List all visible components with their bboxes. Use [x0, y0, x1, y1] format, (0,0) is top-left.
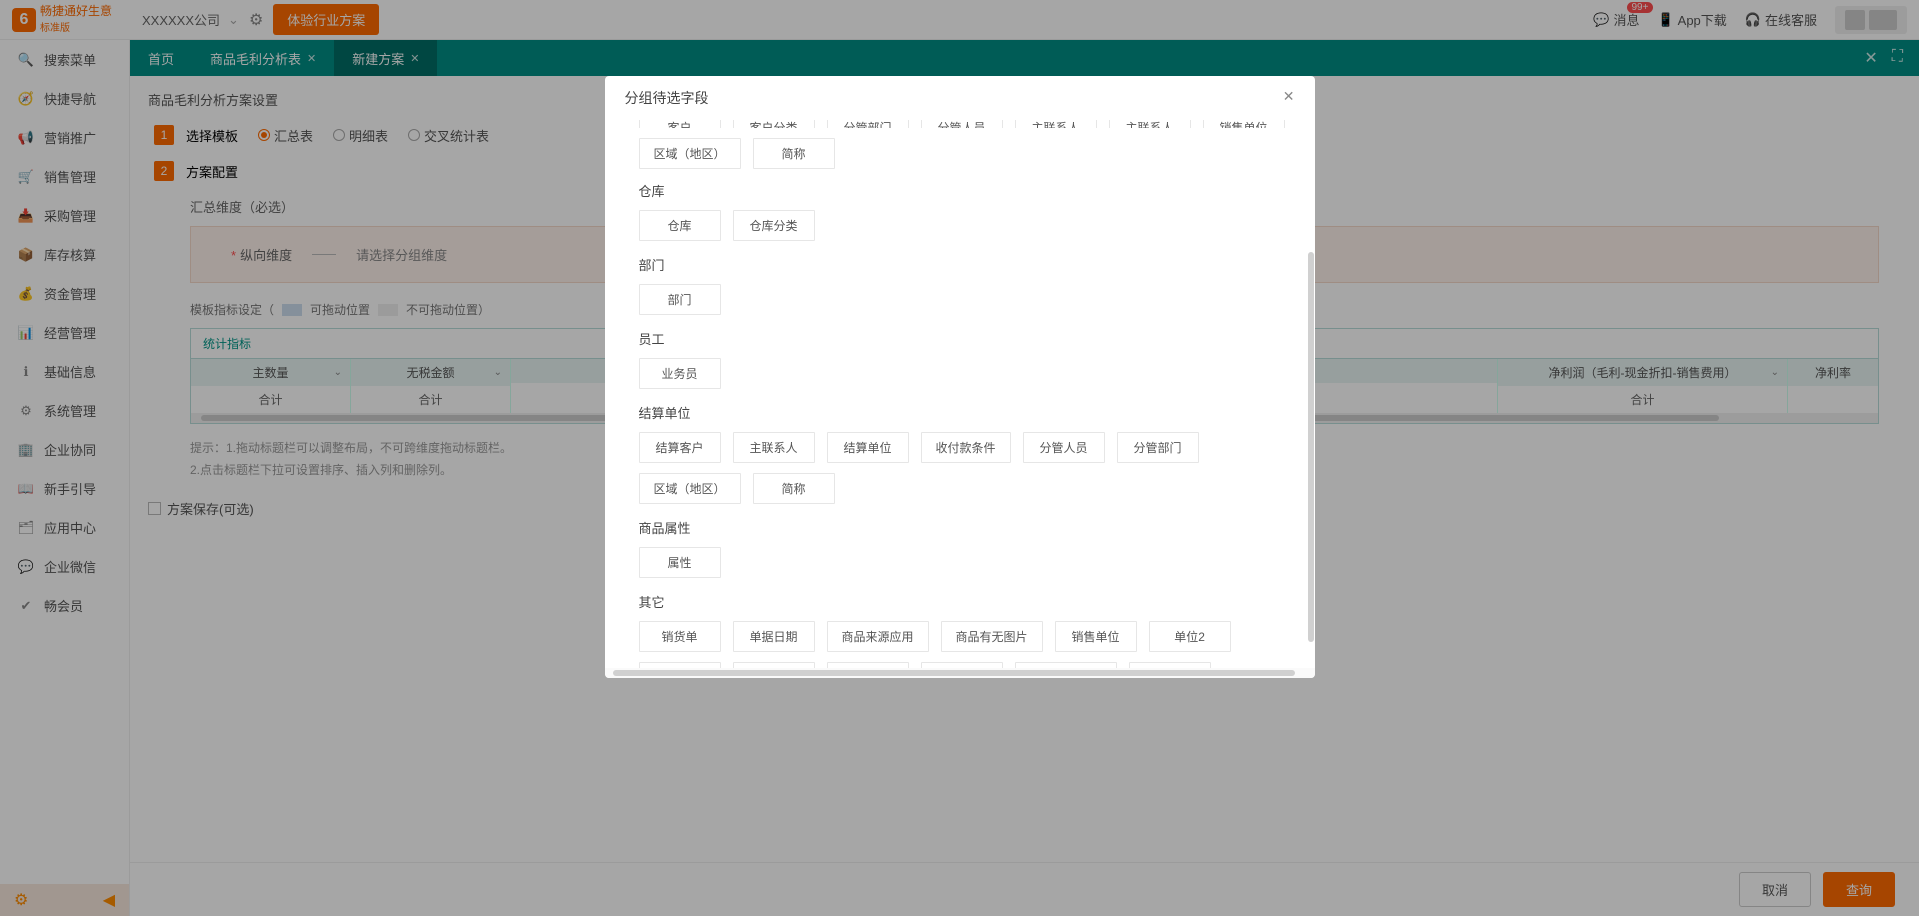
field-chip[interactable]: 分管人员 — [921, 120, 1003, 128]
field-chip[interactable]: 分管部门 — [827, 120, 909, 128]
field-chip[interactable]: 结算客户 — [639, 432, 721, 463]
modal-header: 分组待选字段 ✕ — [605, 76, 1315, 120]
field-chip[interactable]: 区域（地区） — [639, 473, 741, 504]
group-title: 商品属性 — [639, 518, 1295, 537]
field-group: 仓库仓库仓库分类 — [639, 181, 1295, 241]
group-title: 结算单位 — [639, 403, 1295, 422]
scrollbar-thumb[interactable] — [613, 670, 1295, 676]
field-chip[interactable]: 区域（地区） — [639, 138, 741, 169]
field-chip[interactable]: 部门 — [639, 284, 721, 315]
chip-row: 业务员 — [639, 358, 1295, 389]
field-chip[interactable]: 主联系人 — [733, 432, 815, 463]
field-chip[interactable]: 业务员 — [639, 358, 721, 389]
field-chip[interactable]: 客户 — [639, 120, 721, 128]
group-title: 部门 — [639, 255, 1295, 274]
field-group: 其它销货单单据日期商品来源应用商品有无图片销售单位单位2主计量制单人审核人出库人… — [639, 592, 1295, 668]
modal-body: 客户客户分类分管部门分管人员主联系人主联系人销售单位 区域（地区）简称 仓库仓库… — [605, 120, 1315, 668]
field-chip[interactable]: 分管部门 — [1117, 432, 1199, 463]
field-chip[interactable]: 收付款条件 — [921, 432, 1011, 463]
field-chip[interactable]: 客户分类 — [733, 120, 815, 128]
field-chip[interactable]: 结算单位 — [827, 432, 909, 463]
chip-row: 部门 — [639, 284, 1295, 315]
group-title: 仓库 — [639, 181, 1295, 200]
chip-row: 销货单单据日期商品来源应用商品有无图片销售单位单位2主计量制单人审核人出库人预计… — [639, 621, 1295, 668]
field-group: 结算单位结算客户主联系人结算单位收付款条件分管人员分管部门区域（地区）简称 — [639, 403, 1295, 504]
field-chip[interactable]: 属性 — [639, 547, 721, 578]
field-chip[interactable]: 销货单 — [639, 621, 721, 652]
field-chip[interactable]: 主联系人 — [1015, 120, 1097, 128]
chip-row: 属性 — [639, 547, 1295, 578]
field-chip[interactable]: 仓库分类 — [733, 210, 815, 241]
field-chip[interactable]: 简称 — [753, 473, 835, 504]
field-group: 部门部门 — [639, 255, 1295, 315]
group-fields-modal: 分组待选字段 ✕ 客户客户分类分管部门分管人员主联系人主联系人销售单位 区域（地… — [605, 76, 1315, 678]
chip-row: 结算客户主联系人结算单位收付款条件分管人员分管部门区域（地区） 简称 — [639, 432, 1295, 504]
chip-row: 仓库仓库分类 — [639, 210, 1295, 241]
field-chip[interactable]: 简称 — [753, 138, 835, 169]
field-group: 商品属性属性 — [639, 518, 1295, 578]
field-chip[interactable]: 销售单位 — [1055, 621, 1137, 652]
modal-title: 分组待选字段 — [625, 88, 709, 108]
field-chip[interactable]: 分管人员 — [1023, 432, 1105, 463]
field-chip[interactable]: 仓库 — [639, 210, 721, 241]
close-icon[interactable]: ✕ — [1283, 88, 1295, 108]
field-chip[interactable]: 商品有无图片 — [941, 621, 1043, 652]
modal-h-scrollbar[interactable] — [605, 668, 1315, 678]
group-title: 其它 — [639, 592, 1295, 611]
field-chip[interactable]: 单据日期 — [733, 621, 815, 652]
field-chip[interactable]: 商品来源应用 — [827, 621, 929, 652]
field-chip[interactable]: 单位2 — [1149, 621, 1231, 652]
scrollbar-thumb[interactable] — [1308, 252, 1314, 642]
field-chip[interactable]: 销售单位 — [1203, 120, 1285, 128]
field-group: 员工业务员 — [639, 329, 1295, 389]
modal-v-scrollbar[interactable] — [1307, 112, 1315, 666]
group-title: 员工 — [639, 329, 1295, 348]
field-chip[interactable]: 主联系人 — [1109, 120, 1191, 128]
